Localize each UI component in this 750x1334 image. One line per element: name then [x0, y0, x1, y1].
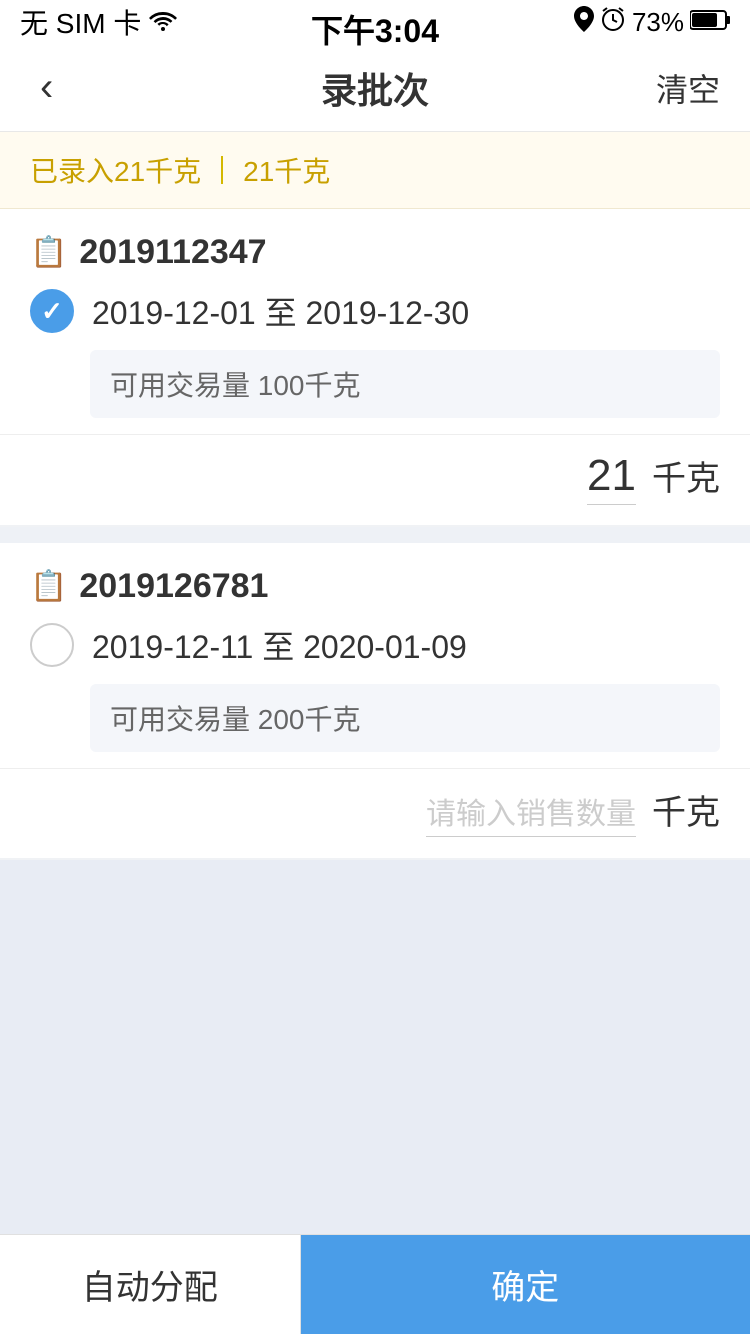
batch2-qty-row: 请输入销售数量 千克 [0, 768, 750, 858]
batch2-unit: 千克 [652, 785, 720, 834]
page-title: 录批次 [321, 62, 429, 114]
wifi-icon [149, 6, 177, 38]
batch1-input-wrapper[interactable]: 21 [587, 451, 636, 501]
banner-value: 21千克 [243, 150, 330, 190]
batch2-placeholder: 请输入销售数量 [426, 789, 636, 833]
status-right: 73% [574, 6, 730, 39]
carrier-text: 无 SIM 卡 [20, 2, 141, 42]
batch-card-2: 📋 2019126781 2019-12-11 至 2020-01-09 可用交… [0, 543, 750, 858]
status-bar: 无 SIM 卡 下午3:04 73% [0, 0, 750, 44]
batch1-id: 2019112347 [79, 233, 266, 272]
batch1-available: 可用交易量 100千克 [90, 350, 720, 418]
alarm-icon [600, 6, 626, 39]
auto-distribute-button[interactable]: 自动分配 [0, 1235, 301, 1334]
location-icon [574, 6, 594, 39]
batch1-date-row[interactable]: ✓ 2019-12-01 至 2019-12-30 [0, 280, 750, 342]
batch1-icon: 📋 [30, 235, 67, 270]
back-button[interactable]: ‹ [30, 55, 63, 120]
status-left: 无 SIM 卡 [20, 2, 177, 42]
batch2-header: 📋 2019126781 [0, 543, 750, 614]
batch2-available: 可用交易量 200千克 [90, 684, 720, 752]
status-time: 下午3:04 [311, 6, 439, 52]
batch1-header: 📋 2019112347 [0, 209, 750, 280]
recorded-label: 已录入21千克 [30, 150, 201, 190]
batch2-date-row[interactable]: 2019-12-11 至 2020-01-09 [0, 614, 750, 676]
auto-distribute-label: 自动分配 [82, 1260, 218, 1309]
batch1-qty-display: 21 千克 [587, 451, 720, 501]
info-banner: 已录入21千克 21千克 [0, 132, 750, 209]
section-divider [0, 527, 750, 543]
confirm-label: 确定 [491, 1260, 559, 1309]
bottom-bar: 自动分配 确定 [0, 1234, 750, 1334]
batch1-checkmark: ✓ [41, 296, 63, 327]
batch1-quantity: 21 [587, 451, 636, 501]
battery-text: 73% [632, 7, 684, 38]
batch1-unit: 千克 [652, 451, 720, 500]
batch2-icon: 📋 [30, 569, 67, 604]
batch2-date: 2019-12-11 至 2020-01-09 [92, 622, 467, 668]
batch-card-1: 📋 2019112347 ✓ 2019-12-01 至 2019-12-30 可… [0, 209, 750, 525]
batch1-date: 2019-12-01 至 2019-12-30 [92, 288, 469, 334]
batch2-input-wrapper[interactable]: 请输入销售数量 [426, 789, 636, 833]
confirm-button[interactable]: 确定 [301, 1235, 750, 1334]
batch2-id: 2019126781 [79, 567, 268, 606]
batch2-qty-display: 请输入销售数量 千克 [426, 785, 720, 834]
nav-bar: ‹ 录批次 清空 [0, 44, 750, 132]
batch1-radio[interactable]: ✓ [30, 289, 74, 333]
batch2-radio[interactable] [30, 623, 74, 667]
battery-icon [690, 7, 730, 38]
clear-button[interactable]: 清空 [656, 65, 720, 111]
banner-divider [221, 156, 223, 184]
batch1-qty-row: 21 千克 [0, 434, 750, 525]
